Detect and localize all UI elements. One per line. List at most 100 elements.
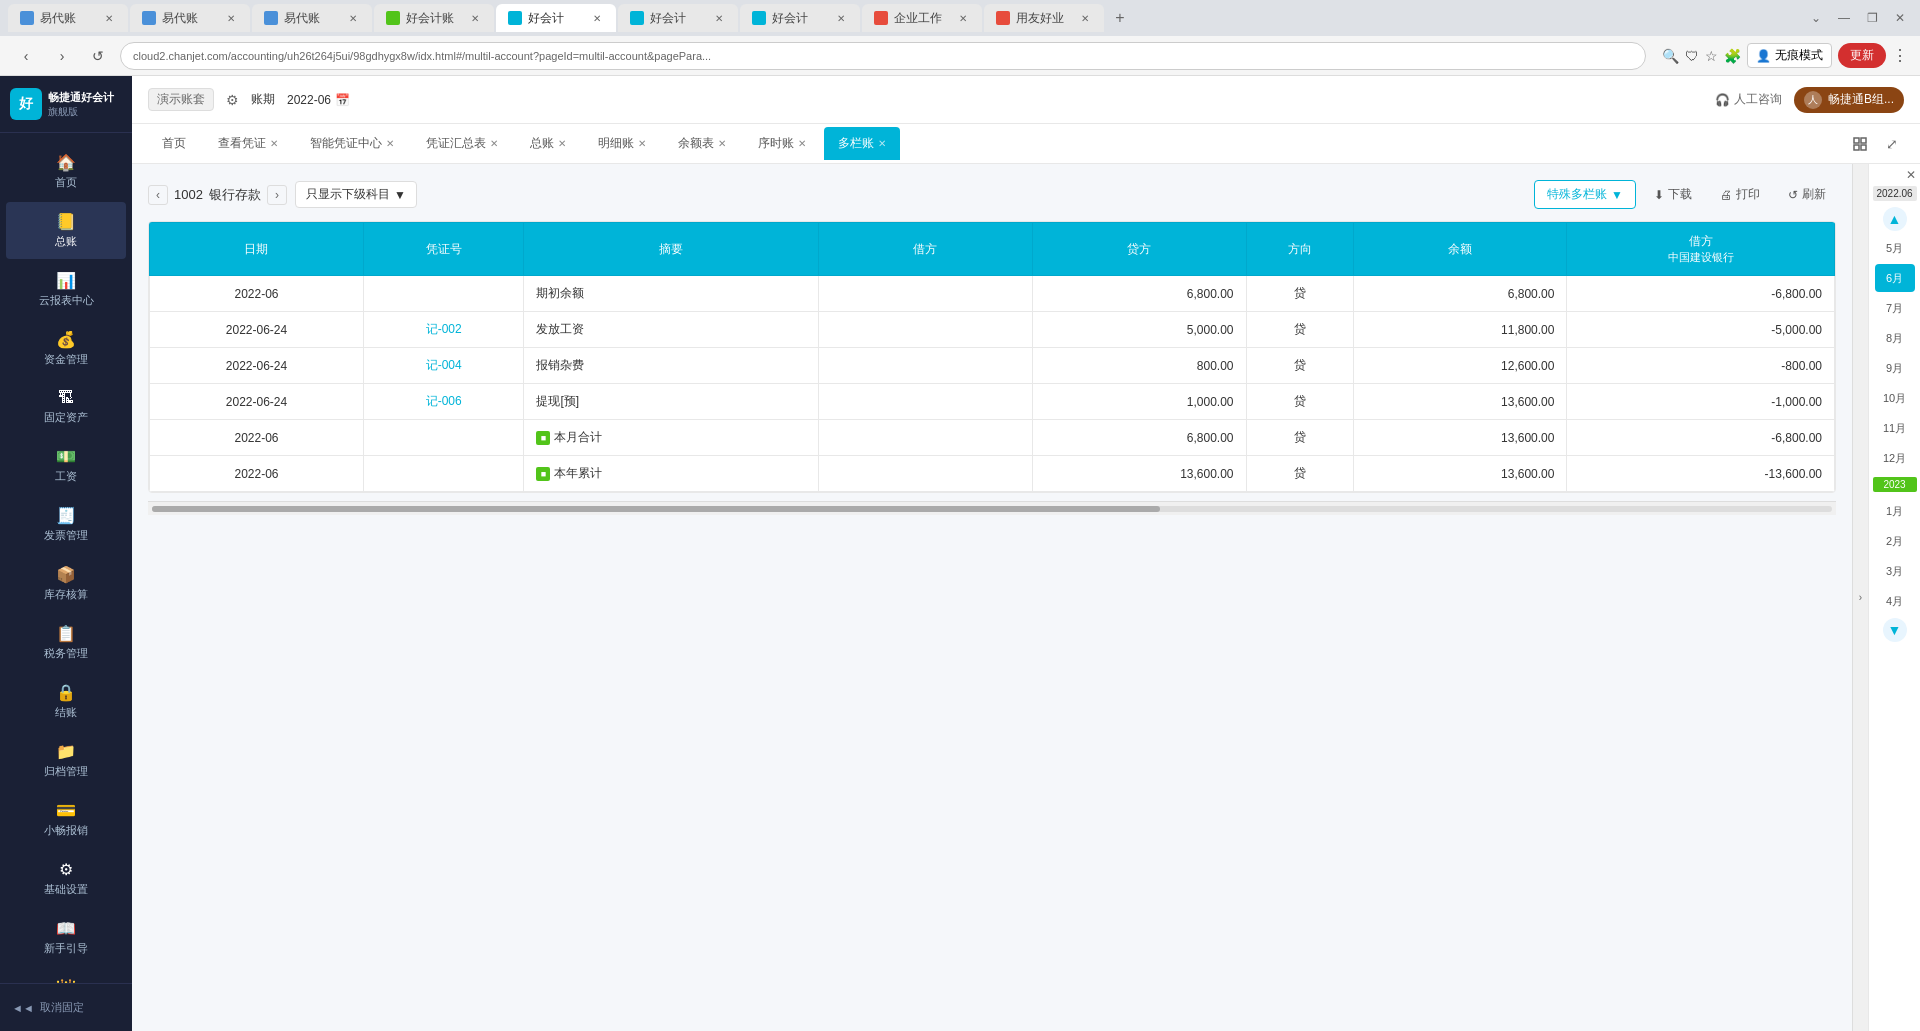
download-button[interactable]: ⬇ 下载 [1644, 181, 1702, 208]
consult-button[interactable]: 🎧 人工咨询 [1715, 91, 1782, 108]
update-button[interactable]: 更新 [1838, 43, 1886, 68]
tab-smart-voucher[interactable]: 智能凭证中心 ✕ [296, 127, 408, 160]
tab-sequential-ledger-close[interactable]: ✕ [798, 138, 806, 149]
month-nav-2023-jan[interactable]: 1月 [1875, 497, 1915, 525]
tab-voucher-summary[interactable]: 凭证汇总表 ✕ [412, 127, 512, 160]
browser-tab-4[interactable]: 好会计账 ✕ [374, 4, 494, 32]
sidebar-item-funds[interactable]: 💰 资金管理 [6, 320, 126, 377]
month-nav-october[interactable]: 10月 [1875, 384, 1915, 412]
sidebar-item-home[interactable]: 🏠 首页 [6, 143, 126, 200]
stealth-mode-button[interactable]: 👤 无痕模式 [1747, 43, 1832, 68]
reload-button[interactable]: ↺ [84, 42, 112, 70]
browser-tab-7-close[interactable]: ✕ [834, 11, 848, 25]
sidebar-item-guide[interactable]: 📖 新手引导 [6, 909, 126, 966]
browser-tab-9-close[interactable]: ✕ [1078, 11, 1092, 25]
sidebar-item-salary[interactable]: 💵 工资 [6, 437, 126, 494]
close-window-button[interactable]: ✕ [1888, 6, 1912, 30]
voucher-link[interactable]: 记-006 [426, 394, 462, 408]
sidebar-item-inventory[interactable]: 📦 库存核算 [6, 555, 126, 612]
search-icon[interactable]: 🔍 [1662, 48, 1679, 64]
tab-balance-sheet[interactable]: 余额表 ✕ [664, 127, 740, 160]
month-nav-2023-apr[interactable]: 4月 [1875, 587, 1915, 615]
sidebar-item-ledger[interactable]: 📒 总账 [6, 202, 126, 259]
browser-tab-8-close[interactable]: ✕ [956, 11, 970, 25]
tab-multi-column-close[interactable]: ✕ [878, 138, 886, 149]
back-button[interactable]: ‹ [12, 42, 40, 70]
account-prev-button[interactable]: ‹ [148, 185, 168, 205]
tab-voucher-view-close[interactable]: ✕ [270, 138, 278, 149]
month-nav-december[interactable]: 12月 [1875, 444, 1915, 472]
maximize-button[interactable]: ❐ [1860, 6, 1884, 30]
browser-tab-4-close[interactable]: ✕ [468, 11, 482, 25]
account-next-button[interactable]: › [267, 185, 287, 205]
tab-balance-sheet-close[interactable]: ✕ [718, 138, 726, 149]
browser-tab-6[interactable]: 好会计 ✕ [618, 4, 738, 32]
month-nav-up-button[interactable]: ▲ [1883, 207, 1907, 231]
voucher-link[interactable]: 记-004 [426, 358, 462, 372]
new-tab-button[interactable]: + [1106, 4, 1134, 32]
expand-panel-button[interactable] [1848, 132, 1872, 156]
browser-tab-1[interactable]: 易代账 ✕ [8, 4, 128, 32]
tab-voucher-summary-close[interactable]: ✕ [490, 138, 498, 149]
more-options-icon[interactable]: ⋮ [1892, 46, 1908, 65]
filter-select[interactable]: 只显示下级科目 ▼ [295, 181, 417, 208]
tab-detail-ledger-close[interactable]: ✕ [638, 138, 646, 149]
extension-icon[interactable]: 🧩 [1724, 48, 1741, 64]
sidebar-item-archive[interactable]: 📁 归档管理 [6, 732, 126, 789]
month-nav-close-button[interactable]: ✕ [1906, 168, 1916, 182]
month-nav-july[interactable]: 7月 [1875, 294, 1915, 322]
browser-tab-5[interactable]: 好会计 ✕ [496, 4, 616, 32]
sidebar-item-member[interactable]: 👑 畅会员 [6, 968, 126, 983]
tab-voucher-view[interactable]: 查看凭证 ✕ [204, 127, 292, 160]
tab-multi-column[interactable]: 多栏账 ✕ [824, 127, 900, 160]
browser-tab-1-close[interactable]: ✕ [102, 11, 116, 25]
special-multi-column-button[interactable]: 特殊多栏账 ▼ [1534, 180, 1636, 209]
month-nav-may[interactable]: 5月 [1875, 234, 1915, 262]
user-badge[interactable]: 人 畅捷通B组... [1794, 87, 1904, 113]
month-nav-september[interactable]: 9月 [1875, 354, 1915, 382]
browser-tab-3-close[interactable]: ✕ [346, 11, 360, 25]
tab-list-button[interactable]: ⌄ [1804, 6, 1828, 30]
browser-tab-2[interactable]: 易代账 ✕ [130, 4, 250, 32]
browser-tab-3[interactable]: 易代账 ✕ [252, 4, 372, 32]
forward-button[interactable]: › [48, 42, 76, 70]
horizontal-scrollbar[interactable] [148, 501, 1836, 515]
sidebar-item-expense[interactable]: 💳 小畅报销 [6, 791, 126, 848]
bookmark-icon[interactable]: ☆ [1705, 48, 1718, 64]
month-nav-2023-feb[interactable]: 2月 [1875, 527, 1915, 555]
month-nav-down-button[interactable]: ▼ [1883, 618, 1907, 642]
tab-general-ledger[interactable]: 总账 ✕ [516, 127, 580, 160]
calendar-icon[interactable]: 📅 [335, 93, 350, 107]
minimize-button[interactable]: — [1832, 6, 1856, 30]
collapse-right-button[interactable]: › [1852, 164, 1868, 1031]
sidebar-item-tax[interactable]: 📋 税务管理 [6, 614, 126, 671]
tab-smart-voucher-close[interactable]: ✕ [386, 138, 394, 149]
sidebar-item-reports[interactable]: 📊 云报表中心 [6, 261, 126, 318]
sidebar-item-assets[interactable]: 🏗 固定资产 [6, 379, 126, 435]
voucher-link[interactable]: 记-002 [426, 322, 462, 336]
settings-icon[interactable]: ⚙ [226, 92, 239, 108]
print-button[interactable]: 🖨 打印 [1710, 181, 1770, 208]
browser-tab-8[interactable]: 企业工作 ✕ [862, 4, 982, 32]
tab-detail-ledger[interactable]: 明细账 ✕ [584, 127, 660, 160]
url-input[interactable]: cloud2.chanjet.com/accounting/uh26t264j5… [120, 42, 1646, 70]
browser-tab-6-close[interactable]: ✕ [712, 11, 726, 25]
sidebar-item-invoice[interactable]: 🧾 发票管理 [6, 496, 126, 553]
month-nav-june[interactable]: 6月 [1875, 264, 1915, 292]
month-nav-november[interactable]: 11月 [1875, 414, 1915, 442]
browser-tab-5-close[interactable]: ✕ [590, 11, 604, 25]
month-nav-august[interactable]: 8月 [1875, 324, 1915, 352]
browser-tab-7[interactable]: 好会计 ✕ [740, 4, 860, 32]
sidebar-item-closing[interactable]: 🔒 结账 [6, 673, 126, 730]
fullscreen-button[interactable]: ⤢ [1880, 132, 1904, 156]
refresh-button[interactable]: ↺ 刷新 [1778, 181, 1836, 208]
browser-tab-9[interactable]: 用友好业 ✕ [984, 4, 1104, 32]
unpin-button[interactable]: ◄◄ 取消固定 [6, 994, 126, 1021]
month-nav-2023-mar[interactable]: 3月 [1875, 557, 1915, 585]
sidebar-item-settings[interactable]: ⚙ 基础设置 [6, 850, 126, 907]
shield-icon[interactable]: 🛡 [1685, 48, 1699, 64]
tab-general-ledger-close[interactable]: ✕ [558, 138, 566, 149]
browser-tab-2-close[interactable]: ✕ [224, 11, 238, 25]
tab-home[interactable]: 首页 [148, 127, 200, 160]
tab-sequential-ledger[interactable]: 序时账 ✕ [744, 127, 820, 160]
